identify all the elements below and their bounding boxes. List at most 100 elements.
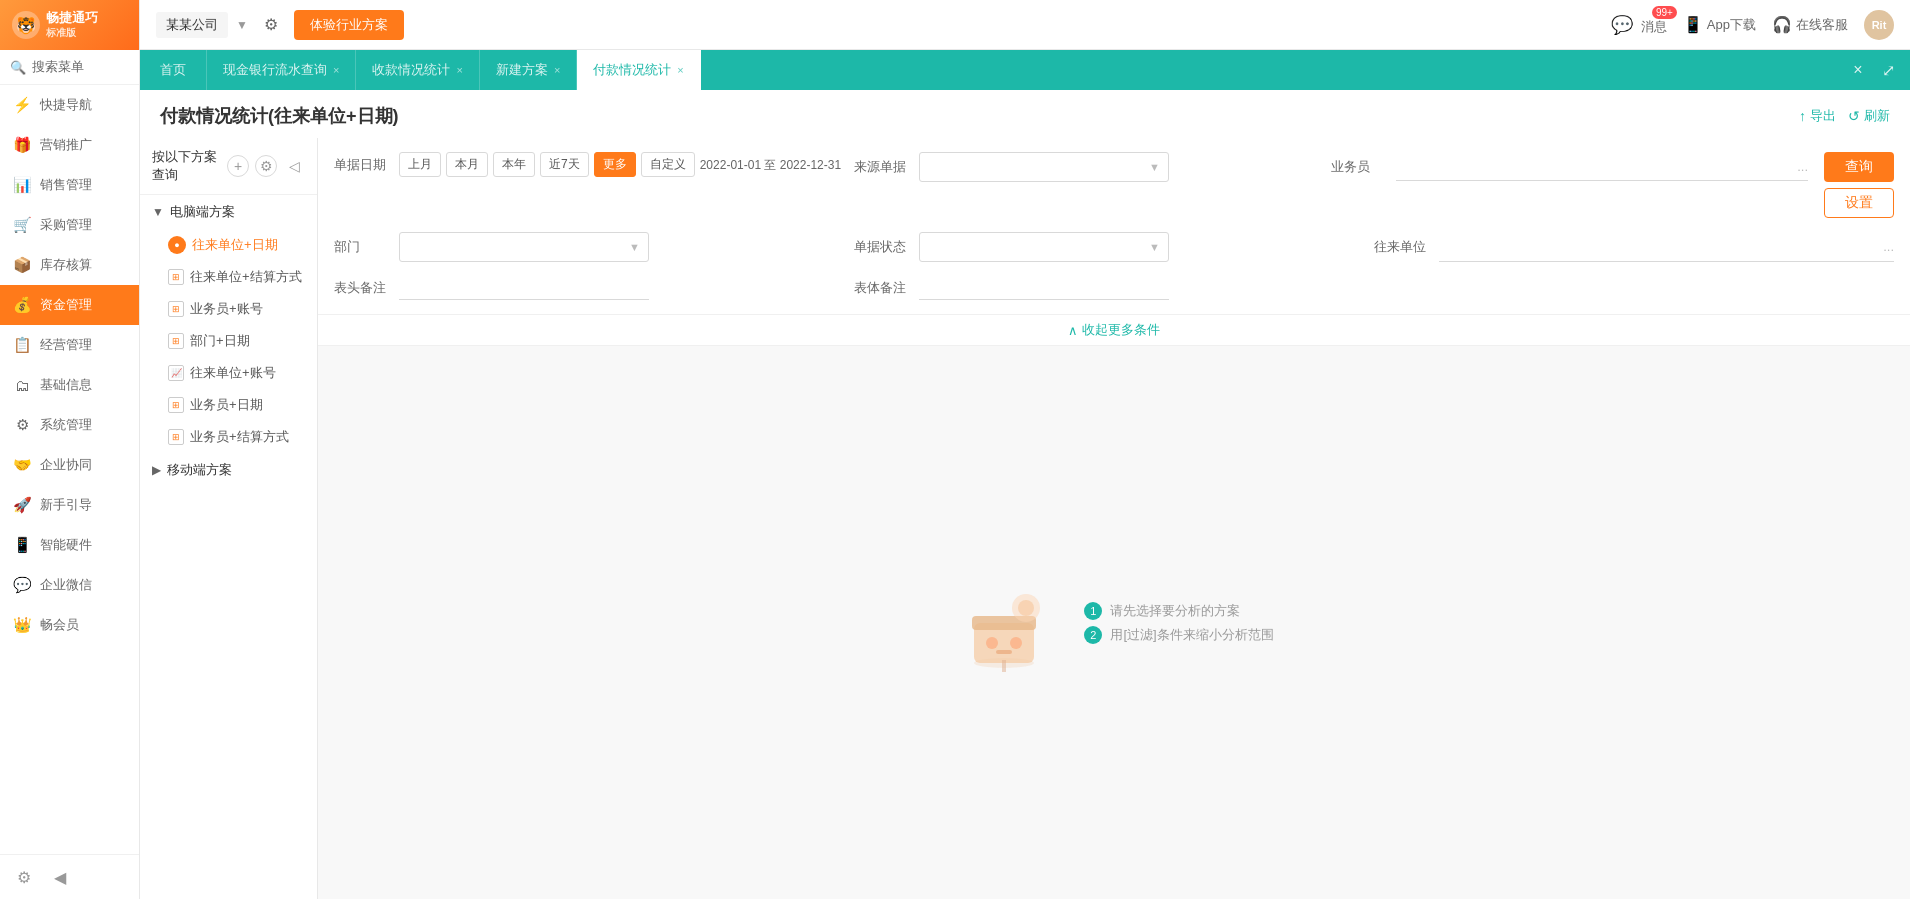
date-btn-last-month[interactable]: 上月 bbox=[399, 152, 441, 177]
hint-num-1: 1 bbox=[1084, 602, 1102, 620]
message-badge: 99+ bbox=[1652, 6, 1677, 19]
tab-label: 现金银行流水查询 bbox=[223, 61, 327, 79]
sidebar-item-label: 采购管理 bbox=[40, 216, 92, 234]
sidebar-item-system[interactable]: ⚙ 系统管理 bbox=[0, 405, 139, 445]
salesman-input[interactable] bbox=[1396, 152, 1797, 180]
refresh-btn[interactable]: ↺ 刷新 bbox=[1848, 107, 1890, 125]
user-avatar[interactable]: Rit bbox=[1864, 10, 1894, 40]
unit-dots[interactable]: ... bbox=[1883, 239, 1894, 254]
scheme-item-salesman-settle[interactable]: ⊞ 业务员+结算方式 bbox=[140, 421, 317, 453]
chevron-right-icon: ▶ bbox=[152, 463, 161, 477]
scheme-item-dept-date[interactable]: ⊞ 部门+日期 bbox=[140, 325, 317, 357]
window-maximize-btn[interactable]: ⤢ bbox=[1874, 56, 1902, 84]
scheme-item-unit-account[interactable]: 📈 往来单位+账号 bbox=[140, 357, 317, 389]
company-selector[interactable]: 某某公司 bbox=[156, 12, 228, 38]
collapse-sidebar-icon[interactable]: ◀ bbox=[48, 865, 72, 889]
date-btn-more[interactable]: 更多 bbox=[594, 152, 636, 177]
tab-bank-flow[interactable]: 现金银行流水查询 × bbox=[207, 50, 356, 90]
note-header-input[interactable] bbox=[399, 276, 649, 299]
header-gear-icon[interactable]: ⚙ bbox=[256, 10, 286, 40]
collapse-filter-btn[interactable]: ∧ 收起更多条件 bbox=[318, 314, 1910, 345]
settings-scheme-btn[interactable]: ⚙ bbox=[255, 155, 277, 177]
business-icon: 📋 bbox=[12, 335, 32, 355]
scheme-item-salesman-date[interactable]: ⊞ 业务员+日期 bbox=[140, 389, 317, 421]
page-content: 付款情况统计(往来单位+日期) ↑ 导出 ↺ 刷新 按以下方案查询 bbox=[140, 90, 1910, 899]
dept-select[interactable]: ▼ bbox=[399, 232, 649, 262]
app-download-btn[interactable]: 📱 App下载 bbox=[1683, 15, 1756, 34]
scheme-item-unit-date[interactable]: ● 往来单位+日期 bbox=[140, 229, 317, 261]
sidebar-item-label: 经营管理 bbox=[40, 336, 92, 354]
message-btn[interactable]: 💬 99+ 消息 bbox=[1611, 14, 1667, 36]
tab-payment-stats[interactable]: 付款情况统计 × bbox=[577, 50, 700, 90]
sidebar-item-purchase[interactable]: 🛒 采购管理 bbox=[0, 205, 139, 245]
tab-home[interactable]: 首页 bbox=[140, 50, 207, 90]
empty-content: 1 请先选择要分析的方案 2 用[过滤]条件来缩小分析范围 bbox=[954, 578, 1273, 668]
date-field: 单据日期 上月 本月 本年 近7天 更多 自定义 2022-01-01 至 20… bbox=[334, 152, 854, 177]
tab-close-icon[interactable]: × bbox=[554, 64, 560, 76]
tab-close-icon[interactable]: × bbox=[677, 64, 683, 76]
sidebar: 🐯 畅捷通巧 标准版 🔍 搜索菜单 ⚡ 快捷导航 🎁 营销推广 📊 销售管理 🛒… bbox=[0, 0, 140, 899]
date-btn-this-year[interactable]: 本年 bbox=[493, 152, 535, 177]
collapse-label: 收起更多条件 bbox=[1082, 321, 1160, 339]
tab-close-icon[interactable]: × bbox=[456, 64, 462, 76]
add-scheme-btn[interactable]: + bbox=[227, 155, 249, 177]
tab-new-scheme[interactable]: 新建方案 × bbox=[480, 50, 577, 90]
sidebar-item-guide[interactable]: 🚀 新手引导 bbox=[0, 485, 139, 525]
scheme-item-unit-settle[interactable]: ⊞ 往来单位+结算方式 bbox=[140, 261, 317, 293]
scheme-desktop-header[interactable]: ▼ 电脑端方案 bbox=[140, 195, 317, 229]
service-btn[interactable]: 🎧 在线客服 bbox=[1772, 15, 1848, 34]
status-select[interactable]: ▼ bbox=[919, 232, 1169, 262]
sidebar-item-enterprise[interactable]: 🤝 企业协同 bbox=[0, 445, 139, 485]
setting-btn[interactable]: 设置 bbox=[1824, 188, 1894, 218]
sidebar-item-quick-nav[interactable]: ⚡ 快捷导航 bbox=[0, 85, 139, 125]
date-btn-custom[interactable]: 自定义 bbox=[641, 152, 695, 177]
source-label: 来源单据 bbox=[854, 158, 919, 176]
header-left: 某某公司 ▼ ⚙ 体验行业方案 bbox=[156, 10, 1599, 40]
salesman-dots[interactable]: ... bbox=[1797, 159, 1808, 174]
date-btn-this-month[interactable]: 本月 bbox=[446, 152, 488, 177]
basic-icon: 🗂 bbox=[12, 375, 32, 395]
sidebar-item-label: 新手引导 bbox=[40, 496, 92, 514]
export-btn[interactable]: ↑ 导出 bbox=[1799, 107, 1836, 125]
settings-bottom-icon[interactable]: ⚙ bbox=[12, 865, 36, 889]
sidebar-item-hardware[interactable]: 📱 智能硬件 bbox=[0, 525, 139, 565]
sidebar-item-business[interactable]: 📋 经营管理 bbox=[0, 325, 139, 365]
scheme-item-salesman-account[interactable]: ⊞ 业务员+账号 bbox=[140, 293, 317, 325]
export-label: 导出 bbox=[1810, 107, 1836, 125]
enterprise-icon: 🤝 bbox=[12, 455, 32, 475]
service-icon: 🎧 bbox=[1772, 15, 1792, 34]
unit-label: 往来单位 bbox=[1374, 238, 1439, 256]
sidebar-item-label: 资金管理 bbox=[40, 296, 92, 314]
source-select[interactable]: ▼ bbox=[919, 152, 1169, 182]
content-wrapper: 按以下方案查询 + ⚙ ◁ ▼ 电脑端方案 ● 往来单位+日期 bbox=[140, 138, 1910, 899]
scheme-mobile-header[interactable]: ▶ 移动端方案 bbox=[140, 453, 317, 487]
dept-label: 部门 bbox=[334, 238, 399, 256]
sidebar-item-label: 畅会员 bbox=[40, 616, 79, 634]
page-actions: ↑ 导出 ↺ 刷新 bbox=[1799, 107, 1890, 125]
note-body-input[interactable] bbox=[919, 276, 1169, 299]
collapse-scheme-btn[interactable]: ◁ bbox=[283, 155, 305, 177]
tab-receipt-stats[interactable]: 收款情况统计 × bbox=[356, 50, 479, 90]
tab-close-icon[interactable]: × bbox=[333, 64, 339, 76]
sidebar-item-label: 库存核算 bbox=[40, 256, 92, 274]
sidebar-item-sales[interactable]: 📊 销售管理 bbox=[0, 165, 139, 205]
sidebar-item-basic[interactable]: 🗂 基础信息 bbox=[0, 365, 139, 405]
date-label: 单据日期 bbox=[334, 156, 399, 174]
trial-btn[interactable]: 体验行业方案 bbox=[294, 10, 404, 40]
hint-num-2: 2 bbox=[1084, 626, 1102, 644]
scheme-chart-icon: 📈 bbox=[168, 365, 184, 381]
right-panel: 单据日期 上月 本月 本年 近7天 更多 自定义 2022-01-01 至 20… bbox=[318, 138, 1910, 899]
search-menu-btn[interactable]: 🔍 搜索菜单 bbox=[0, 50, 139, 85]
query-btn[interactable]: 查询 bbox=[1824, 152, 1894, 182]
mobile-group-label: 移动端方案 bbox=[167, 461, 232, 479]
unit-input[interactable] bbox=[1439, 233, 1883, 261]
sidebar-item-fund[interactable]: 💰 资金管理 bbox=[0, 285, 139, 325]
sidebar-item-member[interactable]: 👑 畅会员 bbox=[0, 605, 139, 645]
page-header: 付款情况统计(往来单位+日期) ↑ 导出 ↺ 刷新 bbox=[140, 90, 1910, 138]
window-close-btn[interactable]: × bbox=[1844, 56, 1872, 84]
sidebar-item-marketing[interactable]: 🎁 营销推广 bbox=[0, 125, 139, 165]
date-btn-7days[interactable]: 近7天 bbox=[540, 152, 589, 177]
sidebar-item-inventory[interactable]: 📦 库存核算 bbox=[0, 245, 139, 285]
sidebar-item-wechat[interactable]: 💬 企业微信 bbox=[0, 565, 139, 605]
filter-row-3: 表头备注 表体备注 bbox=[334, 276, 1894, 300]
